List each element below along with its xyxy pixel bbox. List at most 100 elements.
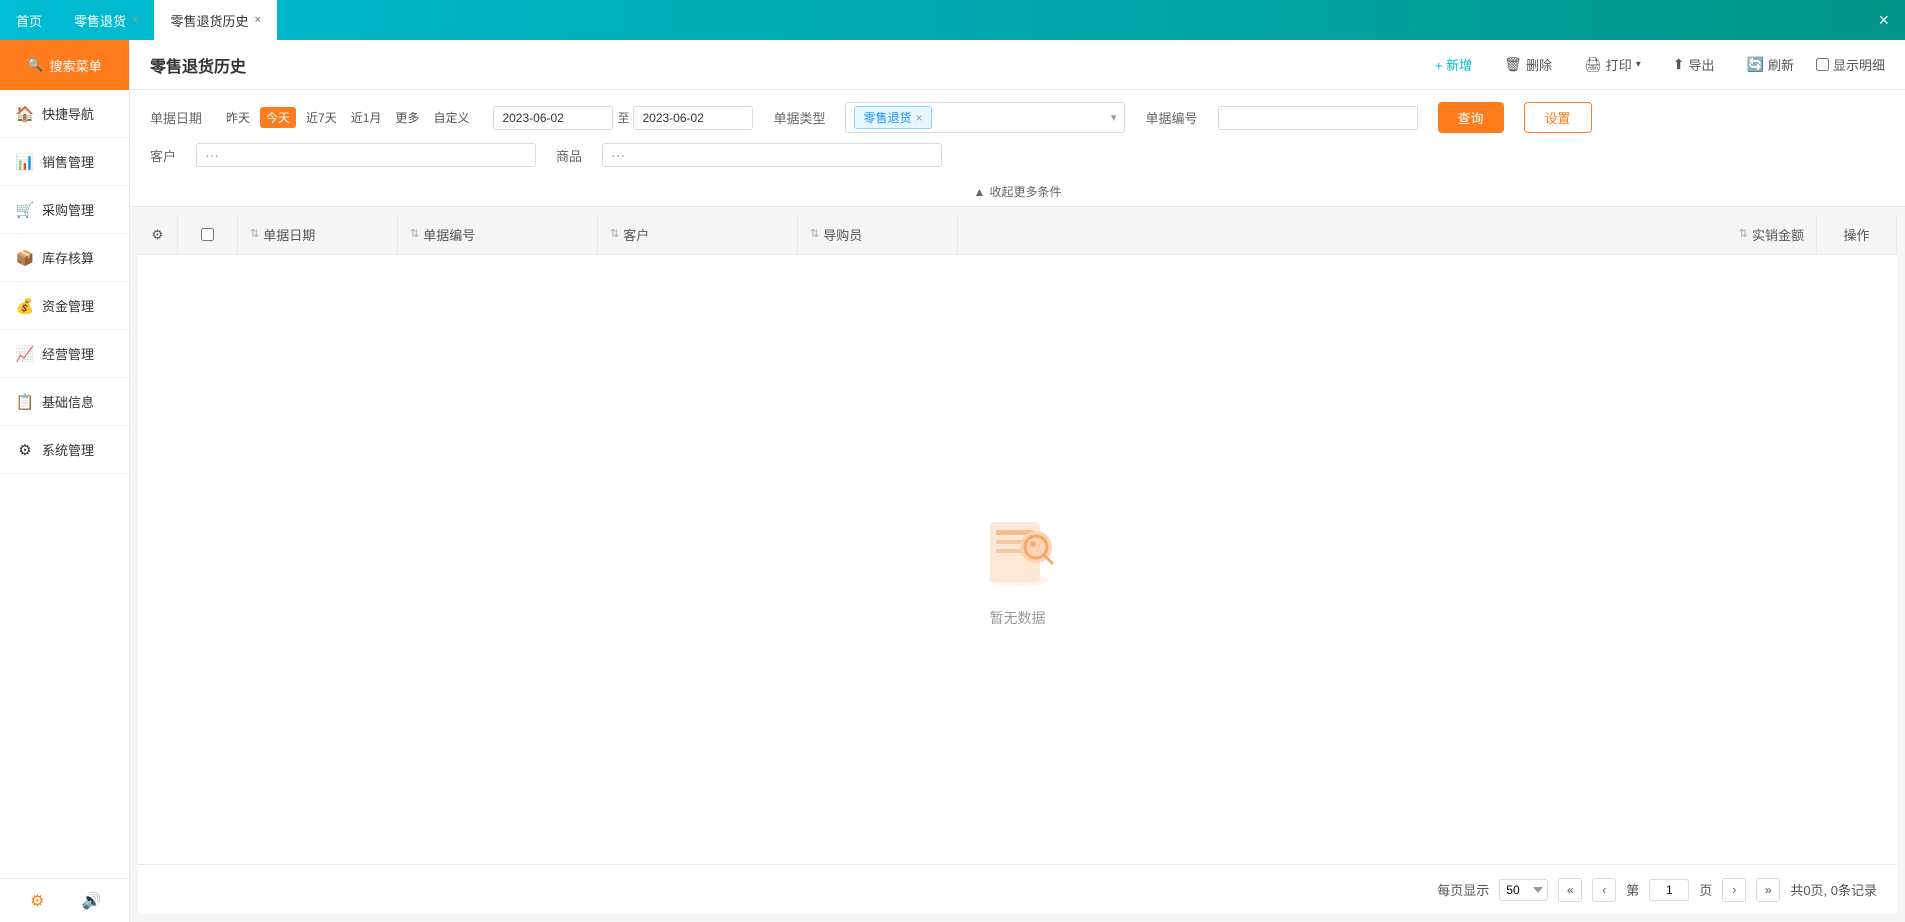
th-setting[interactable]: ⚙ [138, 215, 178, 254]
sidebar-item-label: 系统管理 [42, 440, 94, 459]
amount-sort-icon[interactable]: ⇅ [1739, 229, 1748, 240]
print-icon: 🖨 [1584, 56, 1602, 73]
sidebar-speaker-icon[interactable]: 🔊 [78, 887, 106, 915]
query-button[interactable]: 查询 [1438, 102, 1504, 133]
sidebar-bottom: ⚙ 🔊 [0, 878, 129, 922]
sidebar-item-basic-info[interactable]: 📋 基础信息 [0, 378, 129, 426]
sidebar-search[interactable]: 🔍 搜索菜单 [0, 40, 129, 90]
export-icon: ⬆ [1673, 56, 1685, 73]
date-btn-yesterday[interactable]: 昨天 [222, 107, 254, 128]
customer-label: 客户 [150, 146, 176, 165]
sidebar-search-label: 搜索菜单 [50, 56, 102, 75]
tab-retail-return[interactable]: 零售退货 × [58, 0, 154, 40]
date-sort-icon[interactable]: ⇅ [250, 229, 259, 240]
print-dropdown-icon: ▾ [1636, 59, 1641, 70]
page-current-label: 第 [1626, 880, 1639, 899]
th-number[interactable]: ⇅ 单据编号 [398, 215, 598, 254]
date-quick-group: 昨天 今天 近7天 近1月 更多 自定义 [222, 107, 473, 128]
main-layout: 🔍 搜索菜单 🏠 快捷导航 📊 销售管理 🛒 采购管理 📦 库存核算 💰 [0, 40, 1905, 922]
tab-retail-return-close[interactable]: × [132, 14, 138, 26]
sidebar-item-quick-nav[interactable]: 🏠 快捷导航 [0, 90, 129, 138]
customer-input[interactable]: ··· [196, 143, 536, 167]
th-operation: 操作 [1817, 215, 1897, 254]
th-amount[interactable]: ⇅ 实销金额 [958, 215, 1817, 254]
filter-row-1: 单据日期 昨天 今天 近7天 近1月 更多 自定义 至 单据类型 [150, 102, 1885, 133]
collapse-icon: ▲ [974, 185, 986, 199]
purchase-icon: 🛒 [16, 201, 34, 219]
guide-sort-icon[interactable]: ⇅ [810, 229, 819, 240]
sidebar-item-system[interactable]: ⚙ 系统管理 [0, 426, 129, 474]
per-page-label: 每页显示 [1437, 880, 1489, 899]
number-sort-icon[interactable]: ⇅ [410, 229, 419, 240]
empty-state: 暂无数据 [138, 255, 1897, 864]
th-customer[interactable]: ⇅ 客户 [598, 215, 798, 254]
tab-retail-return-history[interactable]: 零售退货历史 × [154, 0, 276, 40]
empty-text: 暂无数据 [990, 608, 1046, 628]
page-prev-button[interactable]: ‹ [1592, 878, 1616, 902]
date-btn-custom[interactable]: 自定义 [429, 107, 473, 128]
select-all-checkbox[interactable] [201, 228, 214, 241]
bill-number-label: 单据编号 [1145, 108, 1197, 127]
customer-sort-icon[interactable]: ⇅ [610, 229, 619, 240]
sidebar-item-finance[interactable]: 💰 资金管理 [0, 282, 129, 330]
new-button[interactable]: + 新增 [1425, 50, 1482, 79]
date-input-row: 至 [493, 106, 753, 130]
refresh-icon: 🔄 [1747, 56, 1764, 73]
sidebar-item-label: 资金管理 [42, 296, 94, 315]
page-next-button[interactable]: › [1722, 878, 1746, 902]
tab-home[interactable]: 首页 [0, 0, 58, 40]
show-detail-checkbox-wrap[interactable]: 显示明细 [1816, 55, 1885, 74]
finance-icon: 💰 [16, 297, 34, 315]
goods-label: 商品 [556, 146, 582, 165]
total-label: 共0页, 0条记录 [1790, 880, 1877, 899]
date-btn-today[interactable]: 今天 [260, 107, 296, 128]
window-close-button[interactable]: × [1862, 10, 1905, 31]
refresh-button[interactable]: 🔄 刷新 [1737, 50, 1804, 79]
goods-input[interactable]: ··· [602, 143, 942, 167]
date-btn-7days[interactable]: 近7天 [302, 107, 341, 128]
sidebar-settings-icon[interactable]: ⚙ [23, 887, 51, 915]
sidebar-item-operations[interactable]: 📈 经营管理 [0, 330, 129, 378]
print-button[interactable]: 🖨 打印 ▾ [1574, 50, 1651, 79]
setting-icon: ⚙ [152, 227, 164, 243]
bill-type-arrow: ▾ [1111, 111, 1117, 124]
system-icon: ⚙ [16, 441, 34, 459]
page-last-button[interactable]: » [1756, 878, 1780, 902]
empty-illustration [968, 492, 1068, 592]
filter-row-2: 客户 ··· 商品 ··· [150, 143, 1885, 167]
filter-area: 单据日期 昨天 今天 近7天 近1月 更多 自定义 至 单据类型 [130, 90, 1905, 207]
page-first-button[interactable]: « [1558, 878, 1582, 902]
bill-type-select[interactable]: 零售退货 × ▾ [845, 102, 1125, 133]
bill-type-tag: 零售退货 × [854, 106, 931, 129]
export-button[interactable]: ⬆ 导出 [1663, 50, 1725, 79]
th-guide[interactable]: ⇅ 导购员 [798, 215, 958, 254]
per-page-select[interactable]: 10 20 50 100 [1499, 879, 1548, 901]
sidebar-item-inventory[interactable]: 📦 库存核算 [0, 234, 129, 282]
page-input[interactable] [1649, 879, 1689, 901]
sidebar-item-label: 采购管理 [42, 200, 94, 219]
goods-dots: ··· [611, 147, 625, 163]
filter-settings-button[interactable]: 设置 [1524, 102, 1592, 133]
delete-button[interactable]: 🗑 删除 [1494, 50, 1562, 79]
sidebar-item-sales[interactable]: 📊 销售管理 [0, 138, 129, 186]
tab-retail-return-history-close[interactable]: × [254, 14, 260, 26]
sidebar-item-label: 快捷导航 [42, 104, 94, 123]
bill-type-tag-close[interactable]: × [916, 111, 923, 125]
date-to-input[interactable] [633, 106, 753, 130]
home-icon: 🏠 [16, 105, 34, 123]
table-area: ⚙ ⇅ 单据日期 ⇅ 单据编号 ⇅ 客户 ⇅ [138, 215, 1897, 914]
date-from-input[interactable] [493, 106, 613, 130]
collapse-bar[interactable]: ▲ 收起更多条件 [150, 177, 1885, 206]
date-btn-more[interactable]: 更多 [391, 107, 423, 128]
customer-dots: ··· [205, 147, 219, 163]
bill-number-input[interactable] [1218, 106, 1418, 130]
sidebar-item-purchase[interactable]: 🛒 采购管理 [0, 186, 129, 234]
sales-icon: 📊 [16, 153, 34, 171]
th-date[interactable]: ⇅ 单据日期 [238, 215, 398, 254]
search-icon: 🔍 [27, 57, 43, 73]
operations-icon: 📈 [16, 345, 34, 363]
date-btn-1month[interactable]: 近1月 [347, 107, 386, 128]
show-detail-checkbox[interactable] [1816, 58, 1829, 71]
th-checkbox[interactable] [178, 215, 238, 254]
toolbar: + 新增 🗑 删除 🖨 打印 ▾ ⬆ 导出 🔄 刷新 [1425, 50, 1885, 79]
